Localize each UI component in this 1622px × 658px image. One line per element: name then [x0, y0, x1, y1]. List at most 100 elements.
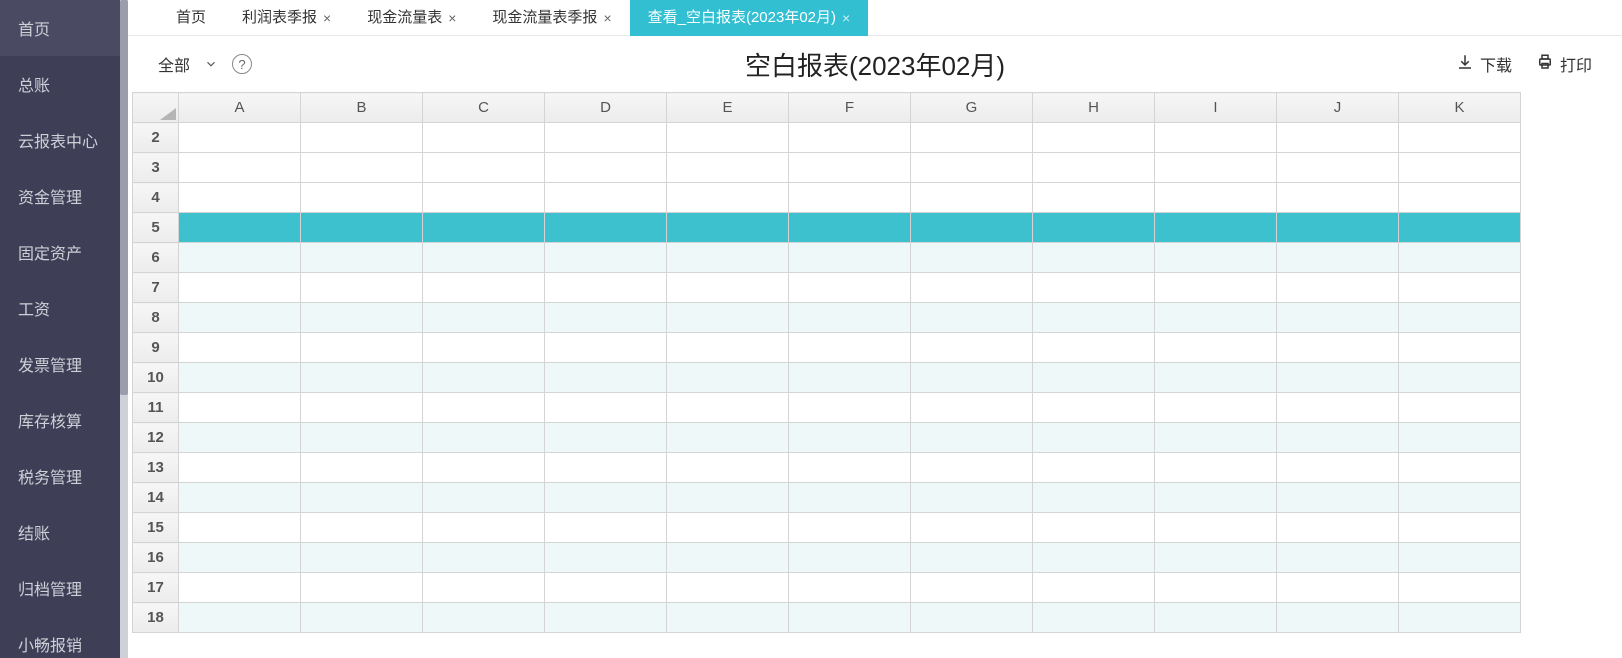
grid-cell[interactable] — [1399, 513, 1521, 543]
grid-cell[interactable] — [545, 573, 667, 603]
grid-cell[interactable] — [667, 363, 789, 393]
grid-cell[interactable] — [789, 423, 911, 453]
row-header[interactable]: 3 — [133, 153, 179, 183]
grid-cell[interactable] — [911, 243, 1033, 273]
grid-cell[interactable] — [545, 423, 667, 453]
grid-corner[interactable] — [133, 93, 179, 123]
grid-cell[interactable] — [1155, 273, 1277, 303]
row-header[interactable]: 9 — [133, 333, 179, 363]
grid-cell[interactable] — [301, 153, 423, 183]
grid-cell[interactable] — [1155, 513, 1277, 543]
grid-cell[interactable] — [1155, 303, 1277, 333]
grid-cell[interactable] — [179, 213, 301, 243]
grid-cell[interactable] — [911, 183, 1033, 213]
grid-cell[interactable] — [545, 363, 667, 393]
grid-cell[interactable] — [1399, 303, 1521, 333]
grid-cell[interactable] — [423, 243, 545, 273]
grid-cell[interactable] — [911, 603, 1033, 633]
grid-cell[interactable] — [1399, 363, 1521, 393]
grid-cell[interactable] — [1033, 333, 1155, 363]
grid-cell[interactable] — [545, 333, 667, 363]
grid-cell[interactable] — [1155, 453, 1277, 483]
grid-cell[interactable] — [179, 363, 301, 393]
sidebar-item-invoice[interactable]: 发票管理 — [0, 336, 128, 392]
grid-cell[interactable] — [667, 513, 789, 543]
sidebar-scrollbar-thumb[interactable] — [120, 0, 128, 395]
sidebar-item-funds[interactable]: 资金管理 — [0, 168, 128, 224]
sidebar-item-archive[interactable]: 归档管理 — [0, 560, 128, 616]
grid-cell[interactable] — [789, 213, 911, 243]
sidebar-scrollbar[interactable] — [120, 0, 128, 658]
print-button[interactable]: 打印 — [1536, 52, 1592, 76]
grid-cell[interactable] — [1277, 243, 1399, 273]
grid-cell[interactable] — [911, 213, 1033, 243]
grid-cell[interactable] — [667, 303, 789, 333]
grid-cell[interactable] — [789, 453, 911, 483]
grid-cell[interactable] — [1033, 453, 1155, 483]
grid-cell[interactable] — [1155, 153, 1277, 183]
grid-cell[interactable] — [1033, 573, 1155, 603]
grid-cell[interactable] — [301, 573, 423, 603]
grid-cell[interactable] — [1277, 543, 1399, 573]
sidebar-item-close-books[interactable]: 结账 — [0, 504, 128, 560]
grid-cell[interactable] — [1277, 363, 1399, 393]
column-header[interactable]: C — [423, 93, 545, 123]
grid-cell[interactable] — [911, 543, 1033, 573]
grid-cell[interactable] — [1033, 423, 1155, 453]
column-header[interactable]: K — [1399, 93, 1521, 123]
grid-cell[interactable] — [301, 513, 423, 543]
column-header[interactable]: G — [911, 93, 1033, 123]
grid-cell[interactable] — [911, 123, 1033, 153]
row-header[interactable]: 7 — [133, 273, 179, 303]
grid-cell[interactable] — [911, 303, 1033, 333]
grid-cell[interactable] — [1155, 543, 1277, 573]
grid-cell[interactable] — [301, 243, 423, 273]
grid-cell[interactable] — [1277, 483, 1399, 513]
column-header[interactable]: A — [179, 93, 301, 123]
grid-cell[interactable] — [1033, 483, 1155, 513]
grid-cell[interactable] — [545, 393, 667, 423]
grid-cell[interactable] — [911, 363, 1033, 393]
grid-cell[interactable] — [301, 393, 423, 423]
tab-profit-quarterly[interactable]: 利润表季报 × — [224, 0, 349, 36]
grid-cell[interactable] — [1399, 183, 1521, 213]
column-header[interactable]: D — [545, 93, 667, 123]
grid-cell[interactable] — [1399, 393, 1521, 423]
grid-cell[interactable] — [1399, 453, 1521, 483]
grid-cell[interactable] — [301, 183, 423, 213]
grid-cell[interactable] — [1033, 543, 1155, 573]
grid-cell[interactable] — [1277, 123, 1399, 153]
grid-cell[interactable] — [1155, 243, 1277, 273]
grid-cell[interactable] — [1399, 483, 1521, 513]
grid-cell[interactable] — [667, 333, 789, 363]
grid-cell[interactable] — [789, 483, 911, 513]
grid-cell[interactable] — [789, 273, 911, 303]
row-header[interactable]: 15 — [133, 513, 179, 543]
close-icon[interactable]: × — [842, 0, 850, 36]
grid-cell[interactable] — [1033, 213, 1155, 243]
grid-cell[interactable] — [179, 453, 301, 483]
grid-cell[interactable] — [911, 453, 1033, 483]
grid-cell[interactable] — [1399, 273, 1521, 303]
column-header[interactable]: E — [667, 93, 789, 123]
grid-cell[interactable] — [667, 213, 789, 243]
tab-cashflow[interactable]: 现金流量表 × — [349, 0, 474, 36]
row-header[interactable]: 5 — [133, 213, 179, 243]
row-header[interactable]: 12 — [133, 423, 179, 453]
row-header[interactable]: 17 — [133, 573, 179, 603]
grid-cell[interactable] — [667, 273, 789, 303]
grid-cell[interactable] — [789, 303, 911, 333]
grid-cell[interactable] — [423, 123, 545, 153]
grid-cell[interactable] — [179, 513, 301, 543]
grid-cell[interactable] — [1033, 123, 1155, 153]
grid-cell[interactable] — [789, 243, 911, 273]
grid-cell[interactable] — [1399, 213, 1521, 243]
row-header[interactable]: 4 — [133, 183, 179, 213]
grid-cell[interactable] — [301, 123, 423, 153]
grid-cell[interactable] — [911, 273, 1033, 303]
row-header[interactable]: 16 — [133, 543, 179, 573]
sidebar-item-cloud-reports[interactable]: 云报表中心 — [0, 112, 128, 168]
sidebar-item-inventory[interactable]: 库存核算 — [0, 392, 128, 448]
grid-cell[interactable] — [545, 543, 667, 573]
column-header[interactable]: H — [1033, 93, 1155, 123]
